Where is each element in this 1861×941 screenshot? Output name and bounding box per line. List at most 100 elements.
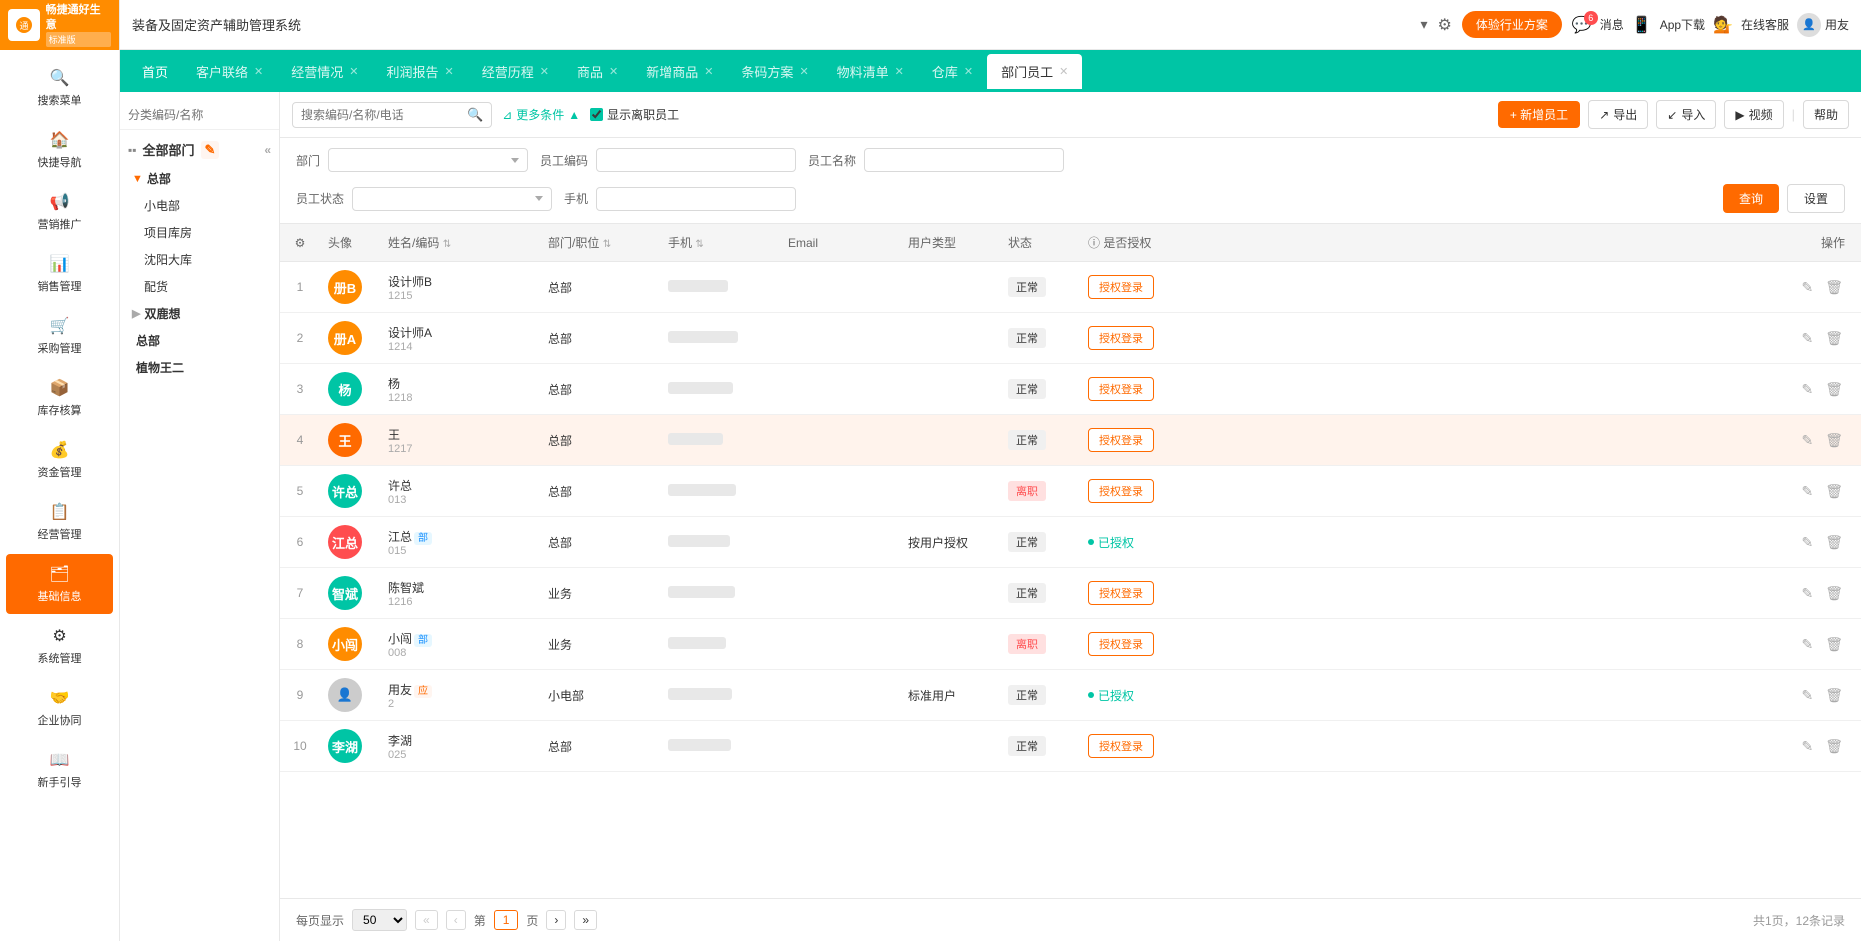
tab-home[interactable]: 首页 bbox=[128, 54, 182, 89]
sidebar-item-operation[interactable]: 📋 经营管理 bbox=[6, 492, 113, 552]
help-btn[interactable]: 帮助 bbox=[1803, 100, 1849, 129]
sidebar-item-finance[interactable]: 💰 资金管理 bbox=[6, 430, 113, 490]
dept-edit-icon[interactable]: ✎ bbox=[201, 141, 220, 159]
dept-node-zongbu2[interactable]: 总部 bbox=[124, 327, 275, 354]
trial-btn[interactable]: 体验行业方案 bbox=[1462, 11, 1562, 38]
edit-btn[interactable]: ✎ bbox=[1799, 583, 1815, 604]
tab-customer-close[interactable]: ✕ bbox=[254, 65, 263, 78]
tab-material-close[interactable]: ✕ bbox=[895, 65, 904, 78]
tab-barcode-close[interactable]: ✕ bbox=[799, 65, 808, 78]
sidebar-item-purchase[interactable]: 🛒 采购管理 bbox=[6, 306, 113, 366]
tab-material[interactable]: 物料清单 ✕ bbox=[823, 54, 918, 89]
dropdown-btn[interactable]: ▾ bbox=[1420, 16, 1427, 33]
tab-dept-staff-close[interactable]: ✕ bbox=[1059, 65, 1068, 78]
per-page-select[interactable]: 50 100 200 bbox=[352, 909, 407, 931]
delete-btn[interactable]: 🗑 bbox=[1823, 430, 1845, 451]
sidebar-item-system[interactable]: ⚙ 系统管理 bbox=[6, 616, 113, 676]
delete-btn[interactable]: 🗑 bbox=[1823, 736, 1845, 757]
sidebar-item-guide[interactable]: 📖 新手引导 bbox=[6, 740, 113, 800]
tab-warehouse-close[interactable]: ✕ bbox=[964, 65, 973, 78]
last-page-btn[interactable]: » bbox=[574, 910, 597, 930]
message-btn[interactable]: 💬 6 bbox=[1572, 15, 1592, 35]
tab-customer[interactable]: 客户联络 ✕ bbox=[182, 54, 277, 89]
tab-dept-staff[interactable]: 部门员工 ✕ bbox=[987, 54, 1082, 89]
tab-business[interactable]: 经营情况 ✕ bbox=[277, 54, 372, 89]
delete-btn[interactable]: 🗑 bbox=[1823, 277, 1845, 298]
col-settings[interactable]: ⚙ bbox=[280, 224, 320, 262]
auth-btn[interactable]: 授权登录 bbox=[1088, 326, 1154, 350]
search-icon[interactable]: 🔍 bbox=[467, 107, 483, 123]
auth-btn[interactable]: 授权登录 bbox=[1088, 581, 1154, 605]
filter-btn[interactable]: ⊿ 更多条件 ▲ bbox=[502, 106, 580, 123]
add-employee-btn[interactable]: + 新增员工 bbox=[1498, 101, 1580, 128]
tab-history-close[interactable]: ✕ bbox=[540, 65, 549, 78]
col-dept[interactable]: 部门/职位 ⇅ bbox=[540, 224, 660, 262]
delete-btn[interactable]: 🗑 bbox=[1823, 481, 1845, 502]
tab-profit-close[interactable]: ✕ bbox=[445, 65, 454, 78]
import-btn[interactable]: ↙ 导入 bbox=[1656, 100, 1716, 129]
prev-page-btn[interactable]: ‹ bbox=[446, 910, 466, 930]
query-btn[interactable]: 查询 bbox=[1723, 184, 1779, 213]
auth-btn[interactable]: 授权登录 bbox=[1088, 275, 1154, 299]
sidebar-item-quicknav[interactable]: 🏠 快捷导航 bbox=[6, 120, 113, 180]
dept-node-zongbu-root[interactable]: ▼ 总部 bbox=[124, 165, 275, 192]
dept-node-planting[interactable]: 植物王二 bbox=[124, 354, 275, 381]
dept-node-dispatch[interactable]: 配货 bbox=[124, 273, 275, 300]
show-resigned-checkbox[interactable]: 显示离职员工 bbox=[590, 106, 679, 123]
auth-btn[interactable]: 授权登录 bbox=[1088, 632, 1154, 656]
col-phone[interactable]: 手机 ⇅ bbox=[660, 224, 780, 262]
sidebar-item-sales[interactable]: 📊 销售管理 bbox=[6, 244, 113, 304]
dept-node-shenyang[interactable]: 沈阳大库 bbox=[124, 246, 275, 273]
delete-btn[interactable]: 🗑 bbox=[1823, 532, 1845, 553]
auth-btn[interactable]: 授权登录 bbox=[1088, 734, 1154, 758]
settings-btn[interactable]: ⚙ bbox=[1437, 15, 1451, 35]
tab-business-close[interactable]: ✕ bbox=[349, 65, 358, 78]
all-dept-label[interactable]: 全部部门 bbox=[143, 140, 195, 159]
tab-new-goods[interactable]: 新增商品 ✕ bbox=[632, 54, 727, 89]
dept-node-project[interactable]: 项目库房 bbox=[124, 219, 275, 246]
edit-btn[interactable]: ✎ bbox=[1799, 379, 1815, 400]
edit-btn[interactable]: ✎ bbox=[1799, 277, 1815, 298]
dept-collapse-btn[interactable]: « bbox=[264, 143, 271, 157]
app-download-btn[interactable]: 📱 bbox=[1632, 15, 1652, 35]
delete-btn[interactable]: 🗑 bbox=[1823, 583, 1845, 604]
online-service-btn[interactable]: 💁 bbox=[1713, 15, 1733, 35]
next-page-btn[interactable]: › bbox=[546, 910, 566, 930]
edit-btn[interactable]: ✎ bbox=[1799, 736, 1815, 757]
sidebar-item-stock[interactable]: 📦 库存核算 bbox=[6, 368, 113, 428]
sidebar-item-marketing[interactable]: 📢 营销推广 bbox=[6, 182, 113, 242]
filter-empname-input[interactable] bbox=[864, 148, 1064, 172]
dept-node-shuangshuang[interactable]: ▶ 双鹿想 bbox=[124, 300, 275, 327]
edit-btn[interactable]: ✎ bbox=[1799, 328, 1815, 349]
sidebar-item-search[interactable]: 🔍 搜索菜单 bbox=[6, 58, 113, 118]
filter-empcode-input[interactable] bbox=[596, 148, 796, 172]
col-name[interactable]: 姓名/编码 ⇅ bbox=[380, 224, 540, 262]
delete-btn[interactable]: 🗑 bbox=[1823, 328, 1845, 349]
delete-btn[interactable]: 🗑 bbox=[1823, 685, 1845, 706]
show-resigned-input[interactable] bbox=[590, 108, 603, 121]
tab-new-goods-close[interactable]: ✕ bbox=[704, 65, 713, 78]
first-page-btn[interactable]: « bbox=[415, 910, 438, 930]
tab-history[interactable]: 经营历程 ✕ bbox=[468, 54, 563, 89]
search-input[interactable] bbox=[301, 108, 461, 122]
tab-profit[interactable]: 利润报告 ✕ bbox=[372, 54, 467, 89]
edit-btn[interactable]: ✎ bbox=[1799, 634, 1815, 655]
tab-barcode[interactable]: 条码方案 ✕ bbox=[727, 54, 822, 89]
sidebar-item-collab[interactable]: 🤝 企业协同 bbox=[6, 678, 113, 738]
auth-btn[interactable]: 授权登录 bbox=[1088, 479, 1154, 503]
auth-btn[interactable]: 授权登录 bbox=[1088, 377, 1154, 401]
filter-status-select[interactable] bbox=[352, 187, 552, 211]
set-btn[interactable]: 设置 bbox=[1787, 184, 1845, 213]
tab-warehouse[interactable]: 仓库 ✕ bbox=[918, 54, 987, 89]
tab-goods[interactable]: 商品 ✕ bbox=[563, 54, 632, 89]
edit-btn[interactable]: ✎ bbox=[1799, 685, 1815, 706]
filter-phone-input[interactable] bbox=[596, 187, 796, 211]
edit-btn[interactable]: ✎ bbox=[1799, 532, 1815, 553]
view-btn[interactable]: ▶ 视频 bbox=[1724, 100, 1783, 129]
export-btn[interactable]: ↗ 导出 bbox=[1588, 100, 1648, 129]
edit-btn[interactable]: ✎ bbox=[1799, 430, 1815, 451]
edit-btn[interactable]: ✎ bbox=[1799, 481, 1815, 502]
user-menu[interactable]: 👤 用友 bbox=[1797, 13, 1849, 37]
dept-node-small-elec[interactable]: 小电部 bbox=[124, 192, 275, 219]
sidebar-item-basic[interactable]: 🗂 基础信息 bbox=[6, 554, 113, 614]
